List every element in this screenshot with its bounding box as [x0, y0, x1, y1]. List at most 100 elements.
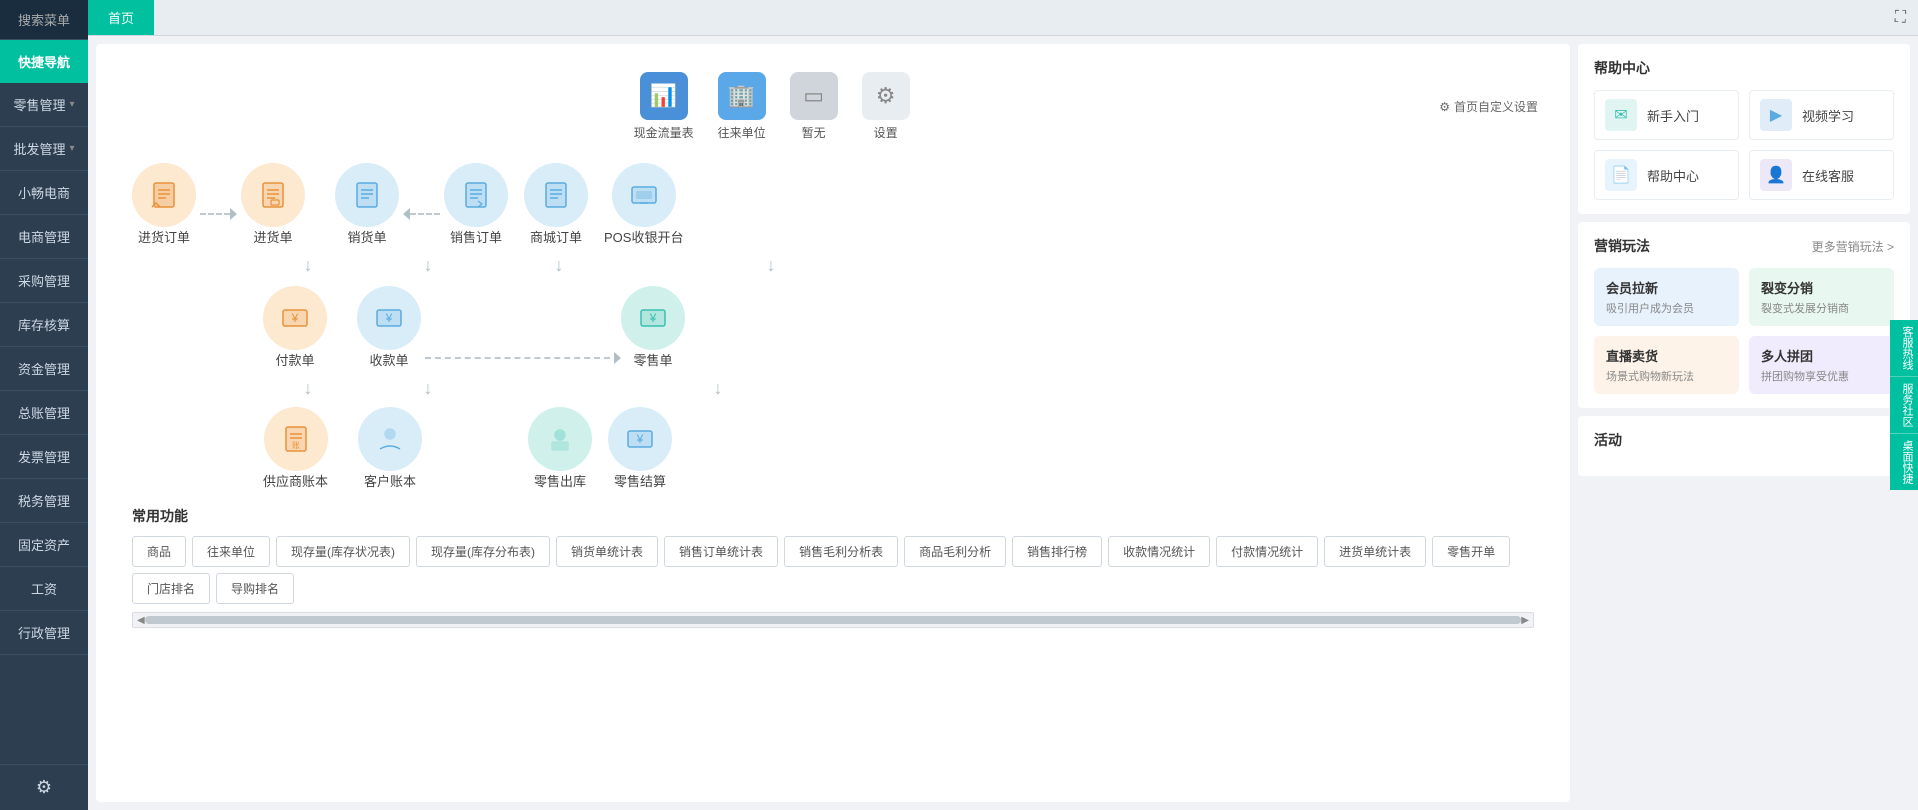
mc-title-0: 会员拉新 — [1606, 278, 1727, 297]
quick-icon-0[interactable]: 📊现金流量表 — [634, 72, 694, 141]
mc-desc-0: 吸引用户成为会员 — [1606, 300, 1727, 316]
help-item-0[interactable]: ✉新手入门 — [1594, 90, 1739, 140]
xiaoshoudindan-icon — [444, 163, 508, 227]
quick-icon-box-2: ▭ — [790, 72, 838, 120]
flow-node-lingshoundan[interactable]: ¥ 零售单 — [621, 286, 685, 369]
func-btn-3[interactable]: 现存量(库存分布表) — [416, 536, 550, 567]
pos-icon — [612, 163, 676, 227]
sidebar-quick-nav[interactable]: 快捷导航 — [0, 40, 88, 83]
marketing-card-3[interactable]: 多人拼团拼团购物享受优惠 — [1749, 336, 1894, 394]
main-area: 首页 ⛶ ⚙ 首页自定义设置 📊现金流量表 🏢往来单位 ▭暂无 ⚙设置 — [88, 0, 1918, 810]
scroll-right-icon[interactable]: ▶ — [1521, 615, 1529, 626]
help-icon-2: 📄 — [1605, 159, 1637, 191]
func-btn-10[interactable]: 付款情况统计 — [1216, 536, 1318, 567]
flow-node-xiaohuo[interactable]: 销货单 — [335, 163, 399, 246]
flow-node-shoukuan[interactable]: ¥ 收款单 — [357, 286, 421, 369]
func-btn-0[interactable]: 商品 — [132, 536, 186, 567]
marketing-section: 营销玩法 更多营销玩法 > 会员拉新吸引用户成为会员裂变分销裂变式发展分销商直播… — [1578, 222, 1910, 408]
sidebar-item-电商管理[interactable]: 电商管理 — [0, 215, 88, 259]
func-btn-12[interactable]: 零售开单 — [1432, 536, 1510, 567]
mc-title-3: 多人拼团 — [1761, 346, 1882, 365]
sidebar-item-工资[interactable]: 工资 — [0, 567, 88, 611]
flow-node-gongyingshang[interactable]: 账 供应商账本 — [263, 407, 328, 490]
quick-icon-2[interactable]: ▭暂无 — [790, 72, 838, 141]
tab-expand-button[interactable]: ⛶ — [1883, 9, 1918, 27]
flow-node-kehu[interactable]: 客户账本 — [358, 407, 422, 490]
flow-node-shangchengdindan[interactable]: 商城订单 — [524, 163, 588, 246]
customize-link[interactable]: ⚙ 首页自定义设置 — [1439, 98, 1538, 115]
quick-icon-box-0: 📊 — [640, 72, 688, 120]
chevron-down-icon: ▾ — [69, 143, 74, 154]
shangchengdindan-icon — [524, 163, 588, 227]
func-btns: 商品往来单位现存量(库存状况表)现存量(库存分布表)销货单统计表销售订单统计表销… — [132, 536, 1534, 604]
help-icon-3: 👤 — [1760, 159, 1792, 191]
float-btn-0[interactable]: 客服热线 — [1890, 320, 1918, 377]
help-item-2[interactable]: 📄帮助中心 — [1594, 150, 1739, 200]
func-btn-6[interactable]: 销售毛利分析表 — [784, 536, 898, 567]
jinhuo-icon — [241, 163, 305, 227]
marketing-header: 营销玩法 更多营销玩法 > — [1594, 236, 1894, 256]
sidebar-search[interactable]: 搜索菜单 — [0, 0, 88, 40]
sidebar-item-总账管理[interactable]: 总账管理 — [0, 391, 88, 435]
func-btn-9[interactable]: 收款情况统计 — [1108, 536, 1210, 567]
kehu-icon — [358, 407, 422, 471]
svg-text:¥: ¥ — [649, 311, 657, 325]
flow-node-jinhuo[interactable]: 进货单 — [241, 163, 305, 246]
help-label-3: 在线客服 — [1802, 166, 1854, 185]
tab-bar: 首页 ⛶ — [88, 0, 1918, 36]
sidebar-item-资金管理[interactable]: 资金管理 — [0, 347, 88, 391]
float-btn-1[interactable]: 服务社区 — [1890, 377, 1918, 434]
flow-node-pos[interactable]: POS收银开台 — [604, 163, 683, 246]
help-item-1[interactable]: ▶ 视频学习 — [1749, 90, 1894, 140]
scrollbar[interactable]: ◀ ▶ — [132, 612, 1534, 628]
func-btn-8[interactable]: 销售排行榜 — [1012, 536, 1102, 567]
sidebar-item-采购管理[interactable]: 采购管理 — [0, 259, 88, 303]
marketing-card-0[interactable]: 会员拉新吸引用户成为会员 — [1594, 268, 1739, 326]
sidebar-item-库存核算[interactable]: 库存核算 — [0, 303, 88, 347]
sidebar-item-行政管理[interactable]: 行政管理 — [0, 611, 88, 655]
help-section: 帮助中心 ✉新手入门▶视频学习📄帮助中心👤在线客服 — [1578, 44, 1910, 214]
quick-icon-1[interactable]: 🏢往来单位 — [718, 72, 766, 141]
sidebar-item-发票管理[interactable]: 发票管理 — [0, 435, 88, 479]
sidebar-item-零售管理[interactable]: 零售管理▾ — [0, 83, 88, 127]
float-btn-2[interactable]: 桌面快捷 — [1890, 434, 1918, 490]
quick-icon-box-3: ⚙ — [862, 72, 910, 120]
func-btn-4[interactable]: 销货单统计表 — [556, 536, 658, 567]
sidebar-item-小畅电商[interactable]: 小畅电商 — [0, 171, 88, 215]
xiaohuo-icon — [335, 163, 399, 227]
flow-node-lingshouchuku[interactable]: 零售出库 — [528, 407, 592, 490]
marketing-card-2[interactable]: 直播卖货场景式购物新玩法 — [1594, 336, 1739, 394]
func-btn-7[interactable]: 商品毛利分析 — [904, 536, 1006, 567]
tab-home[interactable]: 首页 — [88, 0, 154, 35]
func-btn-5[interactable]: 销售订单统计表 — [664, 536, 778, 567]
flow-node-fukuan[interactable]: ¥ 付款单 — [263, 286, 327, 369]
flow-node-lingshousuan[interactable]: ¥ 零售结算 — [608, 407, 672, 490]
help-item-3[interactable]: 👤 在线客服 — [1749, 150, 1894, 200]
sidebar-item-批发管理[interactable]: 批发管理▾ — [0, 127, 88, 171]
sidebar-item-固定资产[interactable]: 固定资产 — [0, 523, 88, 567]
func-btn-14[interactable]: 导购排名 — [216, 573, 294, 604]
func-btn-2[interactable]: 现存量(库存状况表) — [276, 536, 410, 567]
help-label-1: 视频学习 — [1802, 106, 1854, 125]
func-btn-1[interactable]: 往来单位 — [192, 536, 270, 567]
mc-desc-3: 拼团购物享受优惠 — [1761, 368, 1882, 384]
flow-node-xiaoshoudindan[interactable]: 销售订单 — [444, 163, 508, 246]
func-btn-11[interactable]: 进货单统计表 — [1324, 536, 1426, 567]
quick-icon-label-1: 往来单位 — [718, 124, 766, 141]
marketing-more-link[interactable]: 更多营销玩法 > — [1812, 238, 1894, 255]
quick-icon-3[interactable]: ⚙设置 — [862, 72, 910, 141]
sidebar-item-税务管理[interactable]: 税务管理 — [0, 479, 88, 523]
scroll-thumb[interactable] — [145, 616, 1522, 624]
flow-node-jinhuodindan[interactable]: 进货订单 — [132, 163, 196, 246]
content-area: ⚙ 首页自定义设置 📊现金流量表 🏢往来单位 ▭暂无 ⚙设置 — [88, 36, 1918, 810]
gear-icon: ⚙ — [1439, 100, 1450, 114]
fukuan-icon: ¥ — [263, 286, 327, 350]
lingshoundan-icon: ¥ — [621, 286, 685, 350]
help-icon-1: ▶ — [1760, 99, 1792, 131]
sidebar-settings-icon[interactable]: ⚙ — [0, 764, 88, 810]
shoukuan-icon: ¥ — [357, 286, 421, 350]
func-btn-13[interactable]: 门店排名 — [132, 573, 210, 604]
marketing-card-1[interactable]: 裂变分销裂变式发展分销商 — [1749, 268, 1894, 326]
svg-text:¥: ¥ — [636, 432, 644, 446]
scroll-left-icon[interactable]: ◀ — [137, 615, 145, 626]
